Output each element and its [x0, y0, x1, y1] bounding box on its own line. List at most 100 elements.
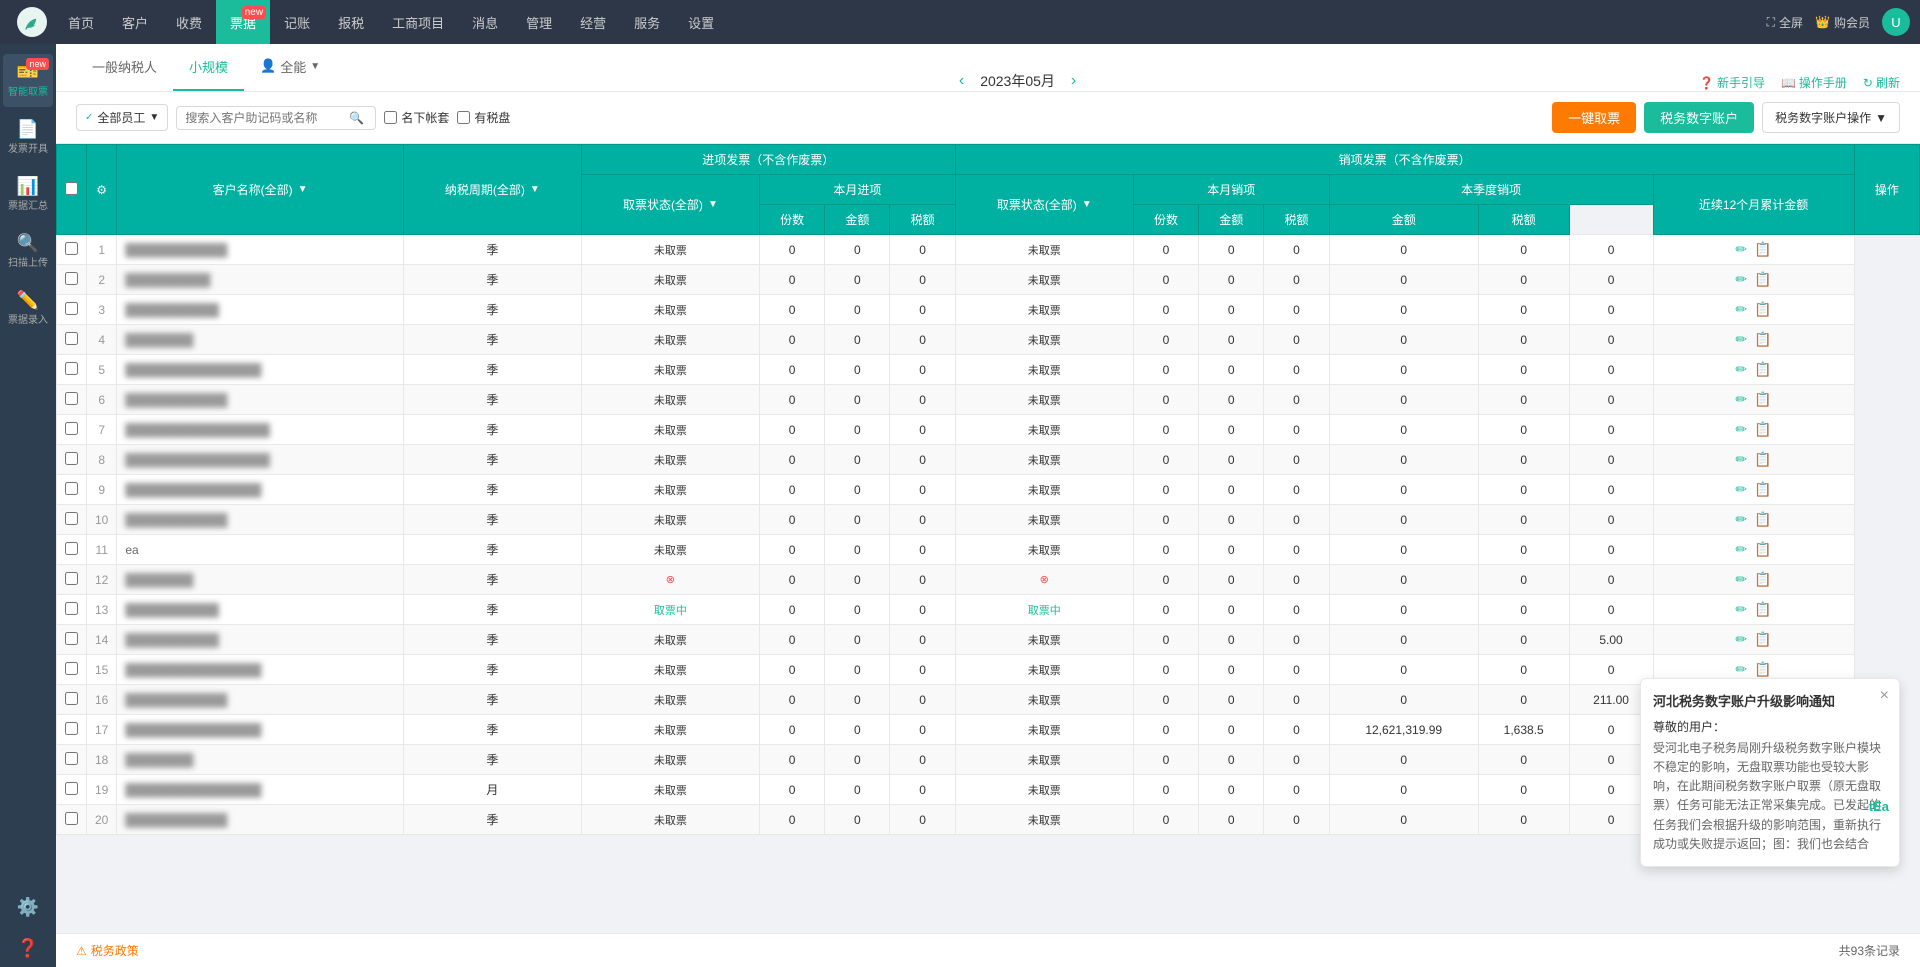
row-client-name[interactable]: ████████████████ [117, 355, 403, 385]
row-checkbox-cell[interactable] [57, 265, 87, 295]
copy-btn[interactable]: 📋 [1754, 511, 1771, 527]
select-all-checkbox[interactable] [65, 182, 78, 195]
edit-btn[interactable]: ✏ [1735, 451, 1747, 467]
row-checkbox-cell[interactable] [57, 655, 87, 685]
edit-btn[interactable]: ✏ [1735, 391, 1747, 407]
copy-btn[interactable]: 📋 [1754, 421, 1771, 437]
copy-btn[interactable]: 📋 [1754, 601, 1771, 617]
sidebar-item-summary[interactable]: 📊 票据汇总 [3, 168, 53, 221]
refresh-btn[interactable]: ↻ 刷新 [1863, 74, 1900, 91]
row-checkbox[interactable] [65, 272, 78, 285]
edit-btn[interactable]: ✏ [1735, 631, 1747, 647]
row-checkbox-cell[interactable] [57, 385, 87, 415]
sidebar-bottom-item[interactable]: ⚙️ [3, 889, 53, 926]
nav-item-tax[interactable]: 报税 [324, 0, 378, 44]
row-checkbox[interactable] [65, 542, 78, 555]
copy-btn[interactable]: 📋 [1754, 541, 1771, 557]
row-checkbox[interactable] [65, 572, 78, 585]
notification-close-btn[interactable]: × [1880, 687, 1889, 705]
copy-btn[interactable]: 📋 [1754, 241, 1771, 257]
row-client-name[interactable]: ████████████████ [117, 775, 403, 805]
row-checkbox[interactable] [65, 422, 78, 435]
row-checkbox[interactable] [65, 512, 78, 525]
row-checkbox[interactable] [65, 662, 78, 675]
row-client-name[interactable]: ███████████ [117, 625, 403, 655]
nav-item-client[interactable]: 客户 [108, 0, 162, 44]
copy-btn[interactable]: 📋 [1754, 301, 1771, 317]
row-checkbox-cell[interactable] [57, 715, 87, 745]
filter-icon[interactable]: ▼ [530, 184, 540, 195]
logo[interactable] [10, 0, 54, 44]
row-checkbox-cell[interactable] [57, 625, 87, 655]
copy-btn[interactable]: 📋 [1754, 481, 1771, 497]
edit-btn[interactable]: ✏ [1735, 421, 1747, 437]
edit-btn[interactable]: ✏ [1735, 481, 1747, 497]
row-checkbox[interactable] [65, 482, 78, 495]
row-client-name[interactable]: ████████████ [117, 505, 403, 535]
row-checkbox-cell[interactable] [57, 535, 87, 565]
row-client-name[interactable]: ████████████████ [117, 655, 403, 685]
copy-btn[interactable]: 📋 [1754, 331, 1771, 347]
filter-icon[interactable]: ▼ [1082, 199, 1092, 210]
copy-btn[interactable]: 📋 [1754, 451, 1771, 467]
period-next-btn[interactable]: › [1071, 72, 1076, 90]
row-client-name[interactable]: ████████████ [117, 385, 403, 415]
edit-btn[interactable]: ✏ [1735, 331, 1747, 347]
row-client-name[interactable]: ███████████ [117, 595, 403, 625]
edit-btn[interactable]: ✏ [1735, 571, 1747, 587]
row-checkbox[interactable] [65, 602, 78, 615]
nav-item-home[interactable]: 首页 [54, 0, 108, 44]
row-checkbox[interactable] [65, 362, 78, 375]
row-client-name[interactable]: ████████ [117, 565, 403, 595]
copy-btn[interactable]: 📋 [1754, 661, 1771, 677]
row-checkbox-cell[interactable] [57, 355, 87, 385]
edit-btn[interactable]: ✏ [1735, 241, 1747, 257]
row-checkbox[interactable] [65, 242, 78, 255]
row-client-name[interactable]: ██████████ [117, 265, 403, 295]
search-box[interactable]: 🔍 [176, 106, 376, 130]
edit-btn[interactable]: ✏ [1735, 271, 1747, 287]
filter-icon[interactable]: ▼ [708, 199, 718, 210]
row-client-name[interactable]: ████████████ [117, 685, 403, 715]
copy-btn[interactable]: 📋 [1754, 631, 1771, 647]
row-checkbox-cell[interactable] [57, 685, 87, 715]
copy-btn[interactable]: 📋 [1754, 271, 1771, 287]
row-checkbox[interactable] [65, 692, 78, 705]
checkbox-subaccount[interactable]: 名下帐套 [384, 109, 449, 126]
row-checkbox[interactable] [65, 752, 78, 765]
row-checkbox[interactable] [65, 332, 78, 345]
edit-btn[interactable]: ✏ [1735, 511, 1747, 527]
row-checkbox-cell[interactable] [57, 505, 87, 535]
row-client-name[interactable]: ████████████ [117, 235, 403, 265]
sidebar-item-scan[interactable]: 🔍 扫描上传 [3, 225, 53, 278]
sidebar-item-invoice[interactable]: 📄 发票开具 [3, 111, 53, 164]
row-client-name[interactable]: ████████ [117, 325, 403, 355]
member-btn[interactable]: 👑 购会员 [1815, 14, 1870, 31]
employee-select[interactable]: ✓ 全部员工 ▼ [76, 104, 168, 131]
row-checkbox-cell[interactable] [57, 805, 87, 835]
period-prev-btn[interactable]: ‹ [959, 72, 964, 90]
row-checkbox-cell[interactable] [57, 595, 87, 625]
row-checkbox[interactable] [65, 302, 78, 315]
nav-item-accounts[interactable]: 记账 [270, 0, 324, 44]
edit-btn[interactable]: ✏ [1735, 541, 1747, 557]
tax-policy-link[interactable]: ⚠ 税务政策 [76, 942, 139, 959]
manual-btn[interactable]: 📖 操作手册 [1781, 74, 1847, 91]
edit-btn[interactable]: ✏ [1735, 661, 1747, 677]
edit-btn[interactable]: ✏ [1735, 601, 1747, 617]
digital-account-action-btn[interactable]: 税务数字账户操作 ▼ [1762, 102, 1900, 133]
row-client-name[interactable]: ███████████ [117, 295, 403, 325]
nav-item-manage[interactable]: 管理 [512, 0, 566, 44]
nav-item-ops[interactable]: 经营 [566, 0, 620, 44]
copy-btn[interactable]: 📋 [1754, 361, 1771, 377]
row-checkbox-cell[interactable] [57, 565, 87, 595]
row-checkbox[interactable] [65, 782, 78, 795]
filter-icon[interactable]: ▼ [298, 184, 308, 195]
checkbox-taxpad[interactable]: 有税盘 [457, 109, 510, 126]
edit-btn[interactable]: ✏ [1735, 361, 1747, 377]
fullscreen-btn[interactable]: ⛶ 全屏 [1767, 14, 1803, 31]
copy-btn[interactable]: 📋 [1754, 571, 1771, 587]
row-client-name[interactable]: ████████████████ [117, 715, 403, 745]
row-checkbox-cell[interactable] [57, 775, 87, 805]
row-client-name[interactable]: ████████████ [117, 805, 403, 835]
